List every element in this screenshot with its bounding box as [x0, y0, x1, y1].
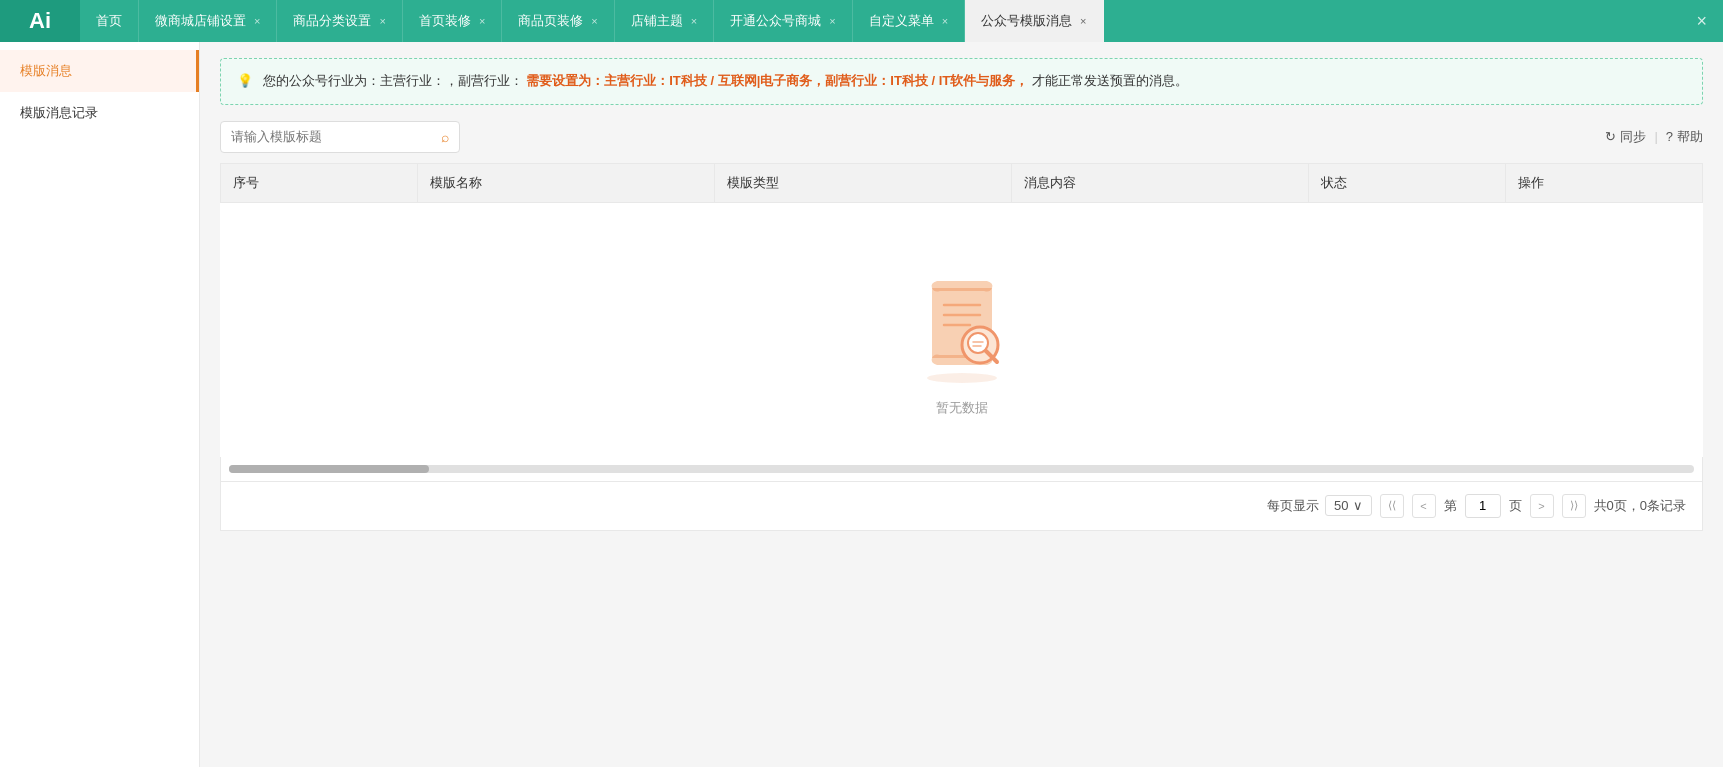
sync-label: 同步: [1620, 128, 1646, 146]
notice-box: 💡 您的公众号行业为：主营行业：，副营行业： 需要设置为：主营行业：IT科技 /…: [220, 58, 1703, 105]
nav-tab-label: 商品分类设置: [293, 12, 371, 30]
nav-tab-close[interactable]: ×: [942, 15, 948, 27]
nav-tab-label: 首页: [96, 12, 122, 30]
table-header-row: 序号模版名称模版类型消息内容状态操作: [221, 163, 1703, 202]
svg-point-0: [927, 373, 997, 383]
page-size-value: 50: [1334, 498, 1348, 513]
page-unit: 页: [1509, 497, 1522, 515]
main-content: 💡 您的公众号行业为：主营行业：，副营行业： 需要设置为：主营行业：IT科技 /…: [200, 42, 1723, 767]
logo: Ai: [0, 0, 80, 42]
nav-tab-label: 店铺主题: [631, 12, 683, 30]
next-page-button[interactable]: >: [1530, 494, 1554, 518]
sync-button[interactable]: ↻ 同步: [1605, 128, 1646, 146]
empty-text: 暂无数据: [936, 399, 988, 417]
table-header-cell: 操作: [1506, 163, 1703, 202]
nav-tab-close[interactable]: ×: [829, 15, 835, 27]
nav-tab-close[interactable]: ×: [1080, 15, 1086, 27]
nav-tab-close[interactable]: ×: [479, 15, 485, 27]
prev-page-button[interactable]: <: [1412, 494, 1436, 518]
main-layout: 模版消息模版消息记录 💡 您的公众号行业为：主营行业：，副营行业： 需要设置为：…: [0, 42, 1723, 767]
toolbar: ⌕ ↻ 同步 | ? 帮助: [220, 121, 1703, 153]
close-all-button[interactable]: ×: [1680, 11, 1723, 32]
help-button[interactable]: ? 帮助: [1666, 128, 1703, 146]
chevron-down-icon: ∨: [1353, 498, 1363, 513]
nav-tab-label: 公众号模版消息: [981, 12, 1072, 30]
page-size-dropdown[interactable]: 50 ∨: [1325, 495, 1371, 516]
empty-state: 暂无数据: [220, 203, 1703, 457]
nav-tab-label: 自定义菜单: [869, 12, 934, 30]
table-header-cell: 消息内容: [1012, 163, 1309, 202]
nav-tab[interactable]: 自定义菜单 ×: [853, 0, 965, 42]
divider: |: [1654, 129, 1657, 144]
nav-tab-label: 首页装修: [419, 12, 471, 30]
table-header-cell: 模版名称: [417, 163, 714, 202]
nav-tab[interactable]: 首页: [80, 0, 139, 42]
page-size-select: 每页显示 50 ∨: [1267, 495, 1371, 516]
help-label: 帮助: [1677, 128, 1703, 146]
nav-tab-close[interactable]: ×: [591, 15, 597, 27]
data-table: 序号模版名称模版类型消息内容状态操作: [220, 163, 1703, 203]
nav-tab[interactable]: 商品分类设置 ×: [277, 0, 402, 42]
nav-tab-label: 商品页装修: [518, 12, 583, 30]
sidebar: 模版消息模版消息记录: [0, 42, 200, 767]
table-header-cell: 状态: [1309, 163, 1506, 202]
pagination-bar: 每页显示 50 ∨ ⟨⟨ < 第 页 > ⟩⟩ 共0页，0条记录: [220, 482, 1703, 531]
nav-tab-close[interactable]: ×: [379, 15, 385, 27]
help-icon: ?: [1666, 129, 1673, 144]
notice-suffix: 才能正常发送预置的消息。: [1032, 73, 1188, 88]
nav-tab[interactable]: 公众号模版消息 ×: [965, 0, 1103, 42]
nav-tab[interactable]: 开通公众号商城 ×: [714, 0, 852, 42]
table-header-cell: 序号: [221, 163, 418, 202]
nav-tab-close[interactable]: ×: [254, 15, 260, 27]
nav-tabs: 首页微商城店铺设置×商品分类设置×首页装修×商品页装修×店铺主题×开通公众号商城…: [80, 0, 1680, 42]
page-input[interactable]: [1465, 494, 1501, 518]
sidebar-item[interactable]: 模版消息记录: [0, 92, 199, 134]
sidebar-item[interactable]: 模版消息: [0, 50, 199, 92]
search-icon[interactable]: ⌕: [441, 129, 449, 145]
last-page-button[interactable]: ⟩⟩: [1562, 494, 1586, 518]
nav-tab-label: 微商城店铺设置: [155, 12, 246, 30]
nav-tab[interactable]: 商品页装修 ×: [502, 0, 614, 42]
nav-tab-close[interactable]: ×: [691, 15, 697, 27]
empty-icon: [902, 263, 1022, 383]
nav-tab[interactable]: 微商城店铺设置 ×: [139, 0, 277, 42]
table-header-cell: 模版类型: [715, 163, 1012, 202]
nav-tab[interactable]: 店铺主题 ×: [615, 0, 714, 42]
page-label: 第: [1444, 497, 1457, 515]
nav-tab[interactable]: 首页装修 ×: [403, 0, 502, 42]
notice-icon: 💡: [237, 71, 253, 92]
page-size-label: 每页显示: [1267, 497, 1319, 515]
sync-icon: ↻: [1605, 129, 1616, 144]
toolbar-actions: ↻ 同步 | ? 帮助: [1605, 128, 1703, 146]
first-page-button[interactable]: ⟨⟨: [1380, 494, 1404, 518]
notice-prefix: 您的公众号行业为：主营行业：，副营行业：: [263, 73, 523, 88]
search-box: ⌕: [220, 121, 460, 153]
search-input[interactable]: [231, 129, 441, 144]
nav-tab-label: 开通公众号商城: [730, 12, 821, 30]
scrollbar-thumb[interactable]: [229, 465, 429, 473]
notice-highlight: 需要设置为：主营行业：IT科技 / 互联网|电子商务，副营行业：IT科技 / I…: [526, 73, 1028, 88]
top-navigation: Ai 首页微商城店铺设置×商品分类设置×首页装修×商品页装修×店铺主题×开通公众…: [0, 0, 1723, 42]
page-summary: 共0页，0条记录: [1594, 497, 1686, 515]
horizontal-scrollbar[interactable]: [229, 465, 1694, 473]
